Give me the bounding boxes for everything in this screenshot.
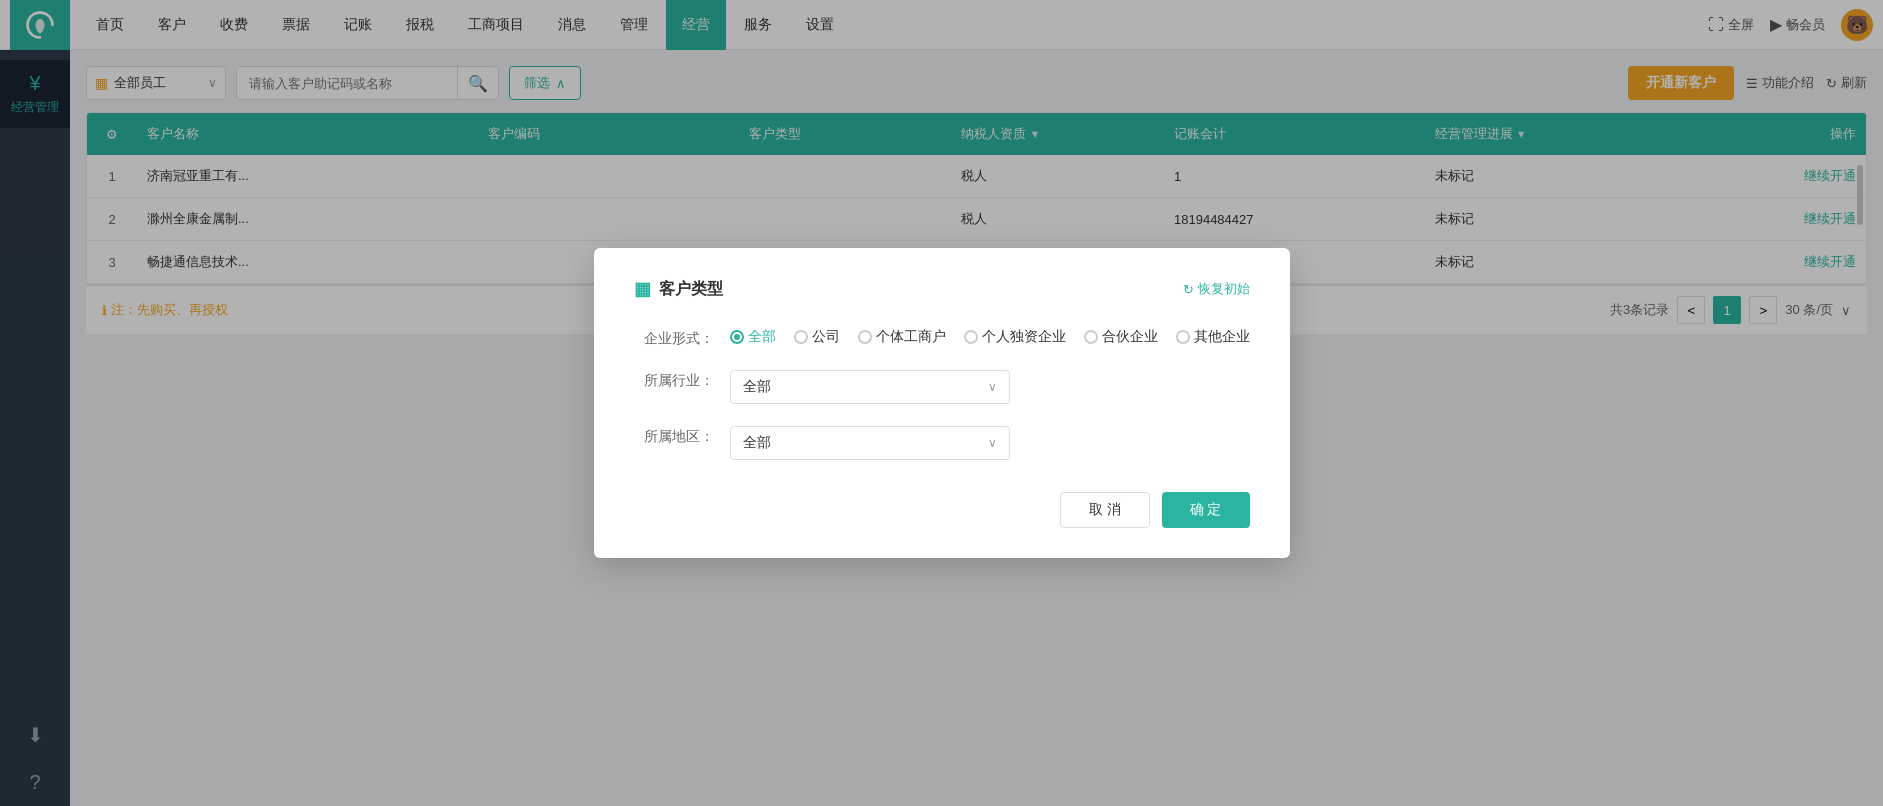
option-other-label: 其他企业 <box>1194 328 1250 346</box>
option-partnership-label: 合伙企业 <box>1102 328 1158 346</box>
region-value: 全部 <box>743 434 988 452</box>
customer-type-icon: ▦ <box>634 278 651 300</box>
option-other[interactable]: 其他企业 <box>1176 328 1250 346</box>
restore-icon: ↻ <box>1183 282 1194 297</box>
option-sole-label: 个人独资企业 <box>982 328 1066 346</box>
option-sole[interactable]: 个人独资企业 <box>964 328 1066 346</box>
industry-select[interactable]: 全部 ∨ <box>730 370 1010 404</box>
option-all[interactable]: 全部 <box>730 328 776 346</box>
enterprise-form-row: 企业形式： 全部 公司 个体工商户 个人独资企业 合伙企业 <box>634 328 1250 348</box>
radio-dot-company <box>794 330 808 344</box>
radio-dot-other <box>1176 330 1190 344</box>
option-company[interactable]: 公司 <box>794 328 840 346</box>
radio-dot-partnership <box>1084 330 1098 344</box>
option-all-label: 全部 <box>748 328 776 346</box>
cancel-button[interactable]: 取 消 <box>1060 492 1150 528</box>
region-form-row: 所属地区： 全部 ∨ <box>634 426 1250 460</box>
industry-label: 所属行业： <box>634 370 714 390</box>
modal-title-text: 客户类型 <box>659 279 723 300</box>
option-individual[interactable]: 个体工商户 <box>858 328 946 346</box>
region-label: 所属地区： <box>634 426 714 446</box>
modal-header: ▦ 客户类型 ↻ 恢复初始 <box>634 278 1250 300</box>
region-arrow-icon: ∨ <box>988 436 997 450</box>
industry-arrow-icon: ∨ <box>988 380 997 394</box>
option-company-label: 公司 <box>812 328 840 346</box>
radio-dot-all <box>730 330 744 344</box>
option-individual-label: 个体工商户 <box>876 328 946 346</box>
filter-modal: ▦ 客户类型 ↻ 恢复初始 企业形式： 全部 公司 个体工商户 个人 <box>594 248 1290 558</box>
modal-footer: 取 消 确 定 <box>634 492 1250 528</box>
restore-label: 恢复初始 <box>1198 280 1250 298</box>
enterprise-form-label: 企业形式： <box>634 328 714 348</box>
restore-button[interactable]: ↻ 恢复初始 <box>1183 280 1250 298</box>
radio-dot-sole <box>964 330 978 344</box>
region-field: 全部 ∨ <box>730 426 1250 460</box>
region-select[interactable]: 全部 ∨ <box>730 426 1010 460</box>
confirm-button[interactable]: 确 定 <box>1162 492 1250 528</box>
industry-form-row: 所属行业： 全部 ∨ <box>634 370 1250 404</box>
industry-field: 全部 ∨ <box>730 370 1250 404</box>
modal-title: ▦ 客户类型 <box>634 278 723 300</box>
enterprise-form-options: 全部 公司 个体工商户 个人独资企业 合伙企业 其他企业 <box>730 328 1250 346</box>
radio-dot-individual <box>858 330 872 344</box>
industry-value: 全部 <box>743 378 988 396</box>
option-partnership[interactable]: 合伙企业 <box>1084 328 1158 346</box>
